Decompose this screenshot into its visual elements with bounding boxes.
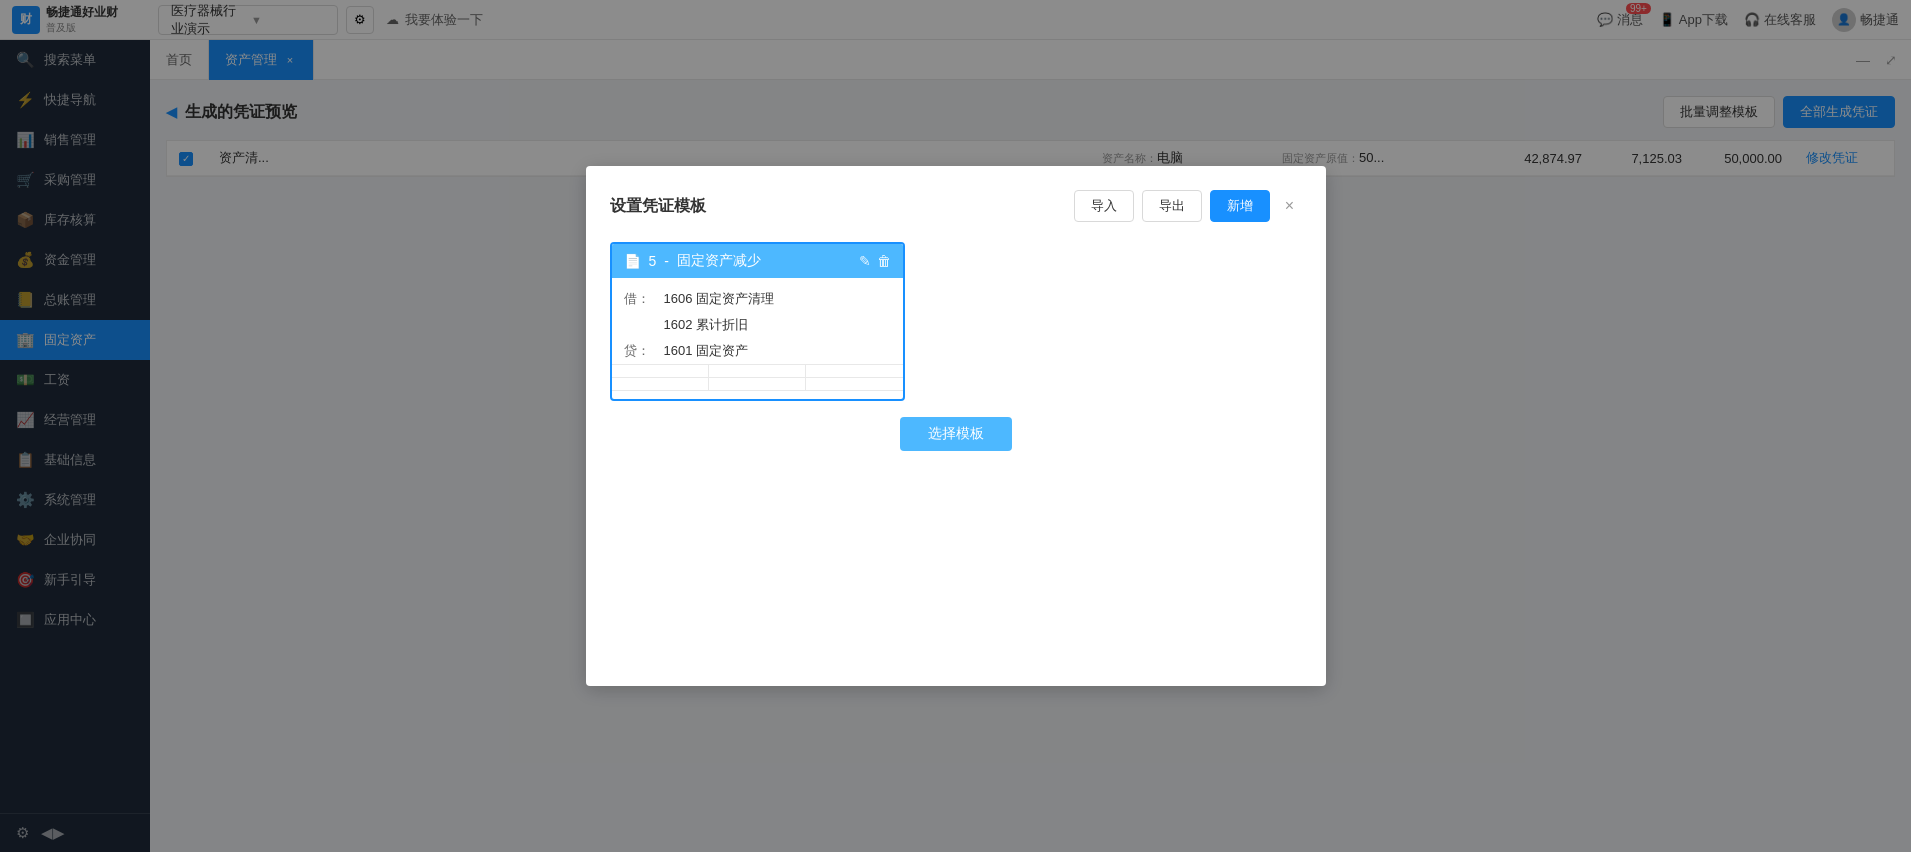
modal-close-button[interactable]: ×	[1278, 194, 1302, 218]
template-title: 📄 5 - 固定资产减少	[624, 252, 761, 270]
template-code: 5	[649, 253, 657, 269]
account-1601: 1601 固定资产	[664, 342, 891, 360]
modal-body: 📄 5 - 固定资产减少 ✎ 🗑 借： 1606 固定资产清理	[610, 242, 1302, 451]
grid-cell-3	[612, 378, 709, 391]
modal-title: 设置凭证模板	[610, 196, 706, 217]
grid-cell-5	[806, 378, 903, 391]
credit-label: 贷：	[624, 342, 664, 360]
grid-cell-4	[709, 378, 806, 391]
edit-template-icon[interactable]: ✎	[859, 253, 871, 269]
account-1606: 1606 固定资产清理	[664, 290, 891, 308]
select-template-button[interactable]: 选择模板	[900, 417, 1012, 451]
modal-header: 设置凭证模板 导入 导出 新增 ×	[610, 190, 1302, 222]
template-name: 固定资产减少	[677, 252, 761, 270]
modal-actions: 导入 导出 新增	[1074, 190, 1270, 222]
account-1602: 1602 累计折旧	[664, 316, 891, 334]
modal-header-actions: 导入 导出 新增 ×	[1074, 190, 1302, 222]
template-row-0: 借： 1606 固定资产清理	[612, 286, 903, 312]
template-card-header: 📄 5 - 固定资产减少 ✎ 🗑	[612, 244, 903, 278]
modal-overlay: 设置凭证模板 导入 导出 新增 × 📄 5 - 固定资产减少	[0, 0, 1911, 852]
template-card-body: 借： 1606 固定资产清理 1602 累计折旧 贷： 1601 固定资产	[612, 278, 903, 399]
grid-cell-2	[806, 365, 903, 378]
template-separator: -	[664, 253, 669, 269]
delete-template-icon[interactable]: 🗑	[877, 253, 891, 269]
new-template-button[interactable]: 新增	[1210, 190, 1270, 222]
template-card: 📄 5 - 固定资产减少 ✎ 🗑 借： 1606 固定资产清理	[610, 242, 905, 401]
grid-cell-0	[612, 365, 709, 378]
grid-cell-1	[709, 365, 806, 378]
template-card-icons: ✎ 🗑	[859, 253, 891, 269]
template-row-2: 贷： 1601 固定资产	[612, 338, 903, 364]
debit-label: 借：	[624, 290, 664, 308]
export-button[interactable]: 导出	[1142, 190, 1202, 222]
voucher-template-modal: 设置凭证模板 导入 导出 新增 × 📄 5 - 固定资产减少	[586, 166, 1326, 686]
template-row-1: 1602 累计折旧	[612, 312, 903, 338]
import-button[interactable]: 导入	[1074, 190, 1134, 222]
template-grid	[612, 364, 903, 391]
template-doc-icon: 📄	[624, 253, 641, 269]
